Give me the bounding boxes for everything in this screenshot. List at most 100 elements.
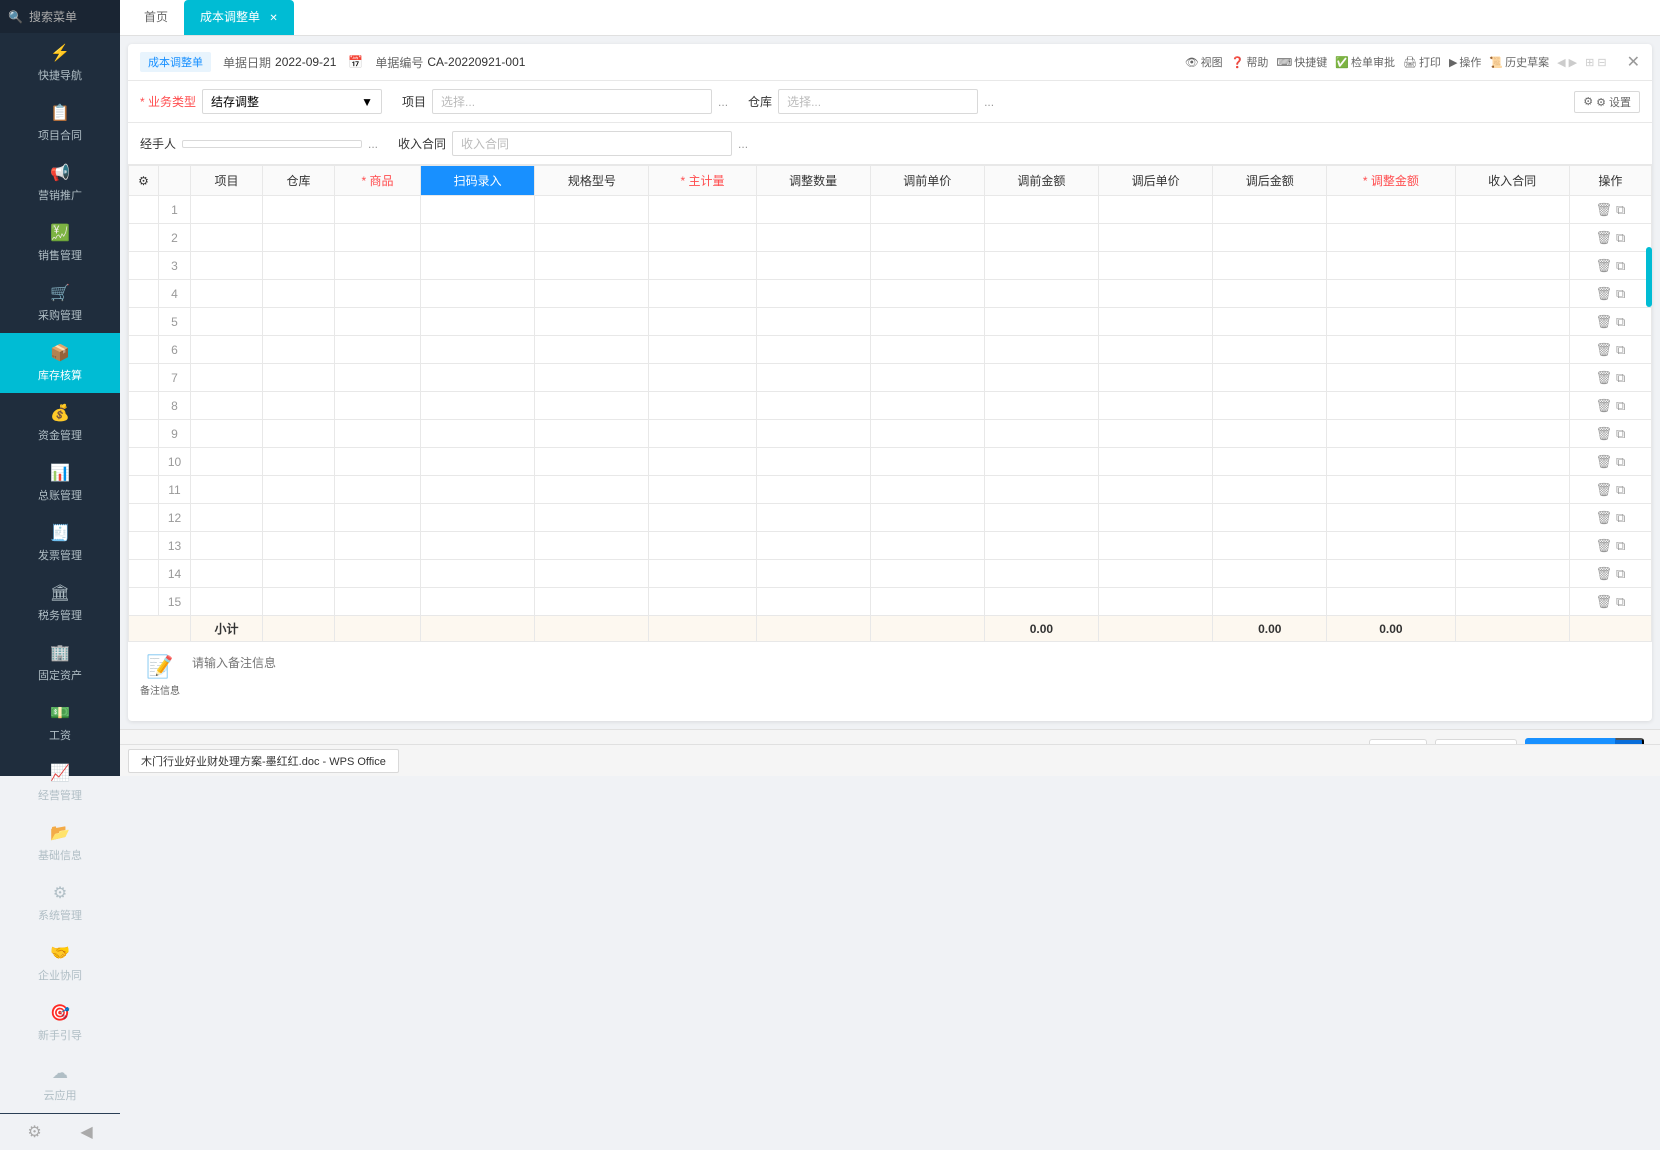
row-income[interactable] bbox=[1455, 476, 1569, 504]
row-qty[interactable] bbox=[756, 364, 870, 392]
row-prev-price[interactable] bbox=[870, 308, 984, 336]
settings-icon[interactable]: ⚙ bbox=[27, 1122, 41, 1142]
sidebar-item-purchase[interactable]: 🛒 采购管理 bbox=[0, 273, 120, 333]
row-prev-amount[interactable] bbox=[984, 196, 1098, 224]
row-copy-icon[interactable]: ⧉ bbox=[1616, 482, 1625, 498]
row-copy-icon[interactable]: ⧉ bbox=[1616, 426, 1625, 442]
row-prev-amount[interactable] bbox=[984, 560, 1098, 588]
row-qty[interactable] bbox=[756, 308, 870, 336]
row-prev-amount[interactable] bbox=[984, 336, 1098, 364]
business-type-select[interactable]: 结存调整 ▼ bbox=[202, 89, 382, 114]
row-adjust-amount[interactable] bbox=[1327, 392, 1455, 420]
row-copy-icon[interactable]: ⧉ bbox=[1616, 258, 1625, 274]
row-after-price[interactable] bbox=[1099, 588, 1213, 616]
row-spec[interactable] bbox=[535, 476, 649, 504]
history-action[interactable]: 📜 历史草案 bbox=[1489, 54, 1549, 70]
row-adjust-amount[interactable] bbox=[1327, 420, 1455, 448]
row-scan[interactable] bbox=[421, 504, 535, 532]
collapse-icon[interactable]: ◀ bbox=[80, 1122, 92, 1142]
row-copy-icon[interactable]: ⧉ bbox=[1616, 370, 1625, 386]
row-adjust-amount[interactable] bbox=[1327, 560, 1455, 588]
window-close-button[interactable]: ✕ bbox=[1627, 52, 1640, 72]
sidebar-item-assets[interactable]: 🏢 固定资产 bbox=[0, 633, 120, 693]
row-unit[interactable] bbox=[649, 252, 756, 280]
row-income[interactable] bbox=[1455, 280, 1569, 308]
row-income[interactable] bbox=[1455, 448, 1569, 476]
handler-select[interactable] bbox=[182, 140, 362, 148]
sidebar-item-system[interactable]: ⚙ 系统管理 bbox=[0, 873, 120, 933]
row-after-price[interactable] bbox=[1099, 224, 1213, 252]
sidebar-search[interactable]: 🔍 搜索菜单 bbox=[0, 0, 120, 33]
row-unit[interactable] bbox=[649, 504, 756, 532]
row-copy-icon[interactable]: ⧉ bbox=[1616, 202, 1625, 218]
row-unit[interactable] bbox=[649, 308, 756, 336]
shortcut-action[interactable]: ⌨ 快捷键 bbox=[1276, 54, 1327, 70]
row-copy-icon[interactable]: ⧉ bbox=[1616, 342, 1625, 358]
tab-home[interactable]: 首页 bbox=[128, 0, 184, 35]
row-after-amount[interactable] bbox=[1213, 588, 1327, 616]
row-project[interactable] bbox=[191, 364, 263, 392]
row-delete-icon[interactable]: 🗑 bbox=[1595, 342, 1612, 358]
row-qty[interactable] bbox=[756, 336, 870, 364]
warehouse-select[interactable]: 选择... bbox=[778, 89, 978, 114]
row-product[interactable] bbox=[335, 280, 421, 308]
project-dots[interactable]: ... bbox=[718, 95, 728, 109]
row-scan[interactable] bbox=[421, 196, 535, 224]
row-after-amount[interactable] bbox=[1213, 280, 1327, 308]
row-warehouse[interactable] bbox=[263, 252, 335, 280]
row-project[interactable] bbox=[191, 532, 263, 560]
row-product[interactable] bbox=[335, 224, 421, 252]
row-product[interactable] bbox=[335, 504, 421, 532]
row-warehouse[interactable] bbox=[263, 504, 335, 532]
row-warehouse[interactable] bbox=[263, 476, 335, 504]
row-scan[interactable] bbox=[421, 280, 535, 308]
warehouse-dots[interactable]: ... bbox=[984, 95, 994, 109]
sidebar-item-marketing[interactable]: 📢 营销推广 bbox=[0, 153, 120, 213]
row-warehouse[interactable] bbox=[263, 560, 335, 588]
row-delete-icon[interactable]: 🗑 bbox=[1595, 314, 1612, 330]
row-unit[interactable] bbox=[649, 420, 756, 448]
row-adjust-amount[interactable] bbox=[1327, 448, 1455, 476]
row-project[interactable] bbox=[191, 308, 263, 336]
row-project[interactable] bbox=[191, 476, 263, 504]
row-prev-price[interactable] bbox=[870, 364, 984, 392]
row-after-amount[interactable] bbox=[1213, 476, 1327, 504]
row-warehouse[interactable] bbox=[263, 336, 335, 364]
row-after-amount[interactable] bbox=[1213, 196, 1327, 224]
row-copy-icon[interactable]: ⧉ bbox=[1616, 398, 1625, 414]
row-prev-amount[interactable] bbox=[984, 224, 1098, 252]
row-income[interactable] bbox=[1455, 224, 1569, 252]
print-action[interactable]: 🖨 打印 bbox=[1403, 54, 1441, 70]
row-spec[interactable] bbox=[535, 504, 649, 532]
col-header-gear[interactable]: ⚙ bbox=[129, 166, 159, 196]
row-prev-price[interactable] bbox=[870, 588, 984, 616]
income-contract-select[interactable]: 收入合同 bbox=[452, 131, 732, 156]
row-adjust-amount[interactable] bbox=[1327, 588, 1455, 616]
row-qty[interactable] bbox=[756, 224, 870, 252]
row-qty[interactable] bbox=[756, 504, 870, 532]
row-product[interactable] bbox=[335, 336, 421, 364]
sidebar-item-payroll[interactable]: 💵 工资 bbox=[0, 693, 120, 753]
row-project[interactable] bbox=[191, 420, 263, 448]
row-unit[interactable] bbox=[649, 588, 756, 616]
row-prev-price[interactable] bbox=[870, 448, 984, 476]
row-prev-price[interactable] bbox=[870, 476, 984, 504]
row-adjust-amount[interactable] bbox=[1327, 308, 1455, 336]
row-unit[interactable] bbox=[649, 560, 756, 588]
sidebar-item-finance[interactable]: 💰 资金管理 bbox=[0, 393, 120, 453]
row-after-price[interactable] bbox=[1099, 364, 1213, 392]
row-income[interactable] bbox=[1455, 392, 1569, 420]
row-after-amount[interactable] bbox=[1213, 308, 1327, 336]
row-copy-icon[interactable]: ⧉ bbox=[1616, 230, 1625, 246]
row-scan[interactable] bbox=[421, 420, 535, 448]
row-qty[interactable] bbox=[756, 588, 870, 616]
sidebar-item-quick-nav[interactable]: ⚡ 快捷导航 bbox=[0, 33, 120, 93]
row-product[interactable] bbox=[335, 476, 421, 504]
row-income[interactable] bbox=[1455, 308, 1569, 336]
operation-action[interactable]: ▶ 操作 bbox=[1449, 54, 1481, 70]
row-adjust-amount[interactable] bbox=[1327, 224, 1455, 252]
row-scan[interactable] bbox=[421, 532, 535, 560]
row-copy-icon[interactable]: ⧉ bbox=[1616, 454, 1625, 470]
row-after-amount[interactable] bbox=[1213, 336, 1327, 364]
row-unit[interactable] bbox=[649, 532, 756, 560]
